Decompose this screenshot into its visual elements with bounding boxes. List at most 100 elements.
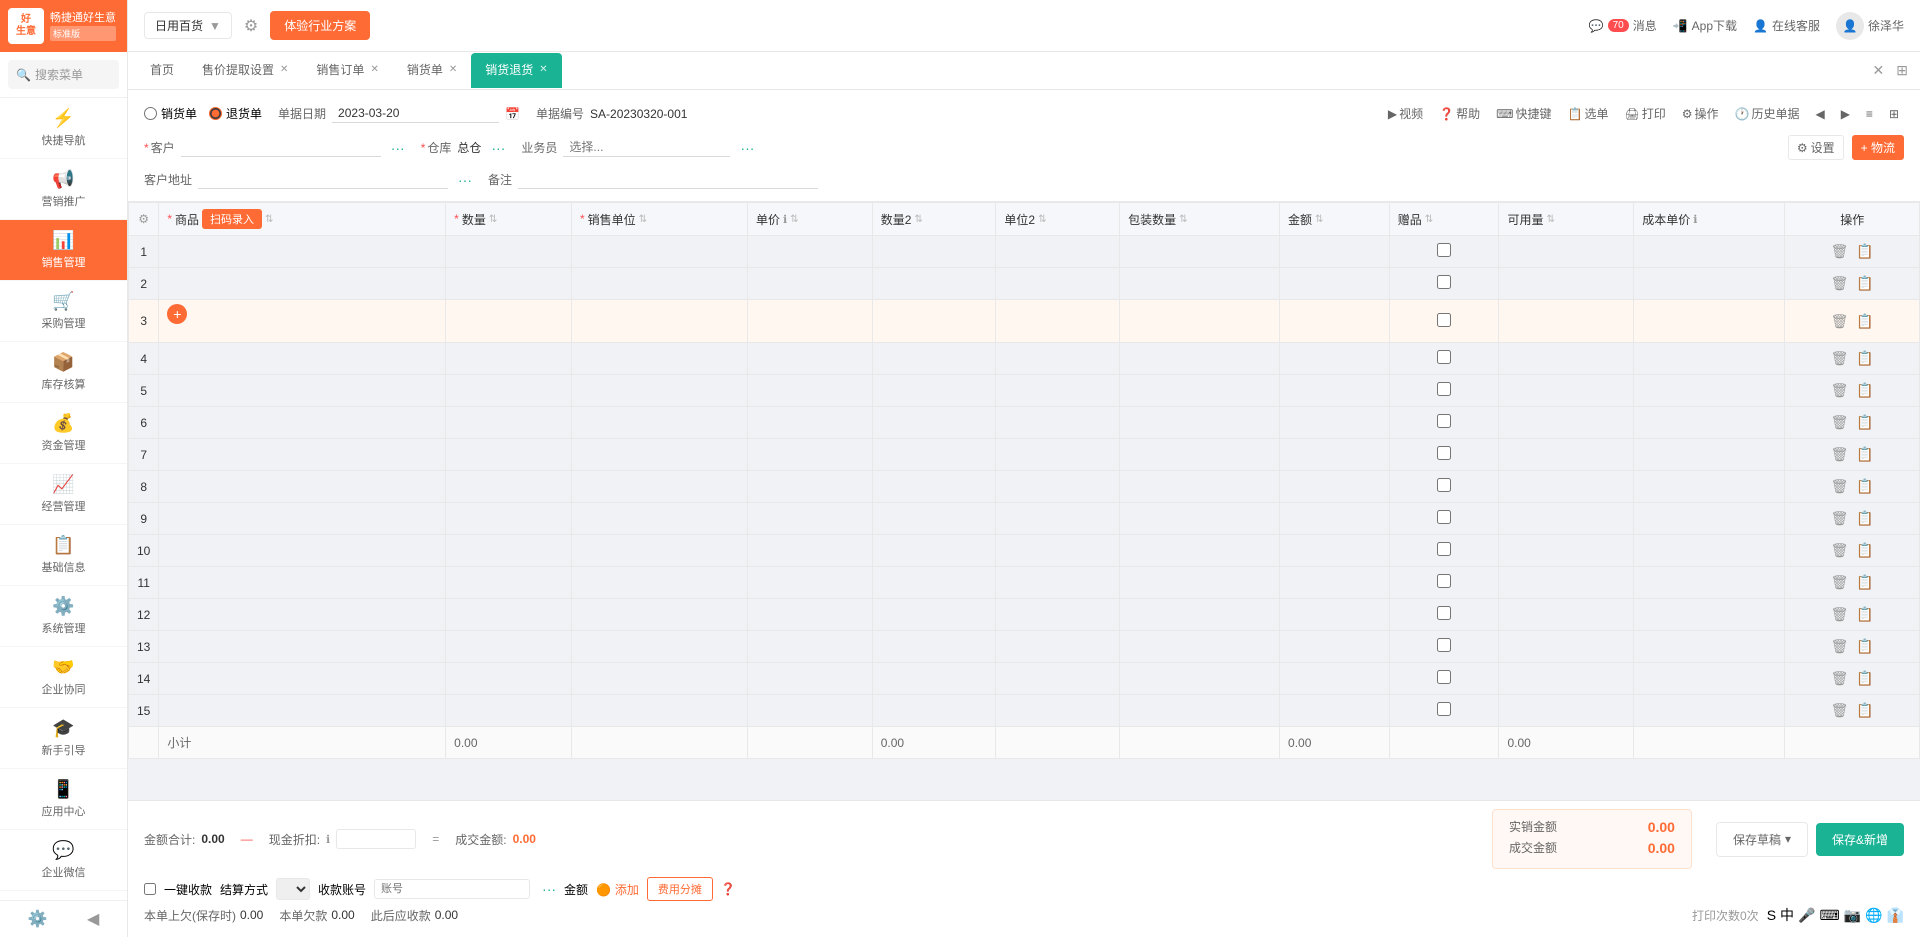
pack-qty-cell-11[interactable] [1120, 567, 1280, 599]
warehouse-select-icon[interactable]: ··· [491, 140, 505, 156]
product-cell-9[interactable] [159, 503, 446, 535]
unit-price-cell-15[interactable] [747, 695, 872, 727]
delete-row-btn-2[interactable]: 🗑 [1829, 273, 1851, 294]
add-row-btn[interactable]: + [167, 304, 187, 324]
copy-row-btn-13[interactable]: 📋 [1854, 636, 1875, 657]
unit2-cell-9[interactable] [996, 503, 1120, 535]
amount-cell-10[interactable] [1280, 535, 1390, 567]
copy-row-btn-9[interactable]: 📋 [1854, 508, 1875, 529]
pack-qty-cell-2[interactable] [1120, 268, 1280, 300]
radio-input-return-bill[interactable] [209, 107, 222, 120]
sidebar-item-marketing[interactable]: 📢 营销推广 [0, 159, 127, 220]
date-input[interactable] [332, 104, 499, 123]
sidebar-item-finance[interactable]: 💰 资金管理 [0, 403, 127, 464]
gift-checkbox-3[interactable] [1437, 313, 1451, 327]
help-btn[interactable]: ❓ 帮助 [1434, 102, 1485, 125]
delete-row-btn-1[interactable]: 🗑 [1829, 241, 1851, 262]
available-cell-1[interactable] [1499, 236, 1634, 268]
add-logistics-btn[interactable]: + 物流 [1852, 135, 1904, 160]
shortcut-btn[interactable]: ⌨ 快捷键 [1491, 102, 1556, 125]
qty-cell-5[interactable] [446, 375, 572, 407]
product-input-12[interactable] [167, 608, 287, 622]
qty2-cell-7[interactable] [872, 439, 996, 471]
qty-cell-12[interactable] [446, 599, 572, 631]
remark-input[interactable] [518, 170, 818, 189]
copy-row-btn-7[interactable]: 📋 [1854, 444, 1875, 465]
copy-row-btn-4[interactable]: 📋 [1854, 348, 1875, 369]
delete-row-btn-13[interactable]: 🗑 [1829, 636, 1851, 657]
cost-price-cell-2[interactable] [1634, 268, 1785, 300]
product-cell-14[interactable] [159, 663, 446, 695]
unit-price-cell-4[interactable] [747, 343, 872, 375]
customer-select-icon[interactable]: ··· [391, 140, 405, 156]
print-btn[interactable]: 🖨 打印 [1619, 102, 1670, 125]
unit-price-cell-8[interactable] [747, 471, 872, 503]
calc-method-select[interactable] [276, 878, 310, 900]
sales-unit-cell-8[interactable] [571, 471, 747, 503]
pack-qty-cell-3[interactable] [1120, 300, 1280, 343]
sort-icon[interactable]: ⇅ [489, 214, 497, 225]
gift-checkbox-4[interactable] [1437, 350, 1451, 364]
amount-cell-11[interactable] [1280, 567, 1390, 599]
scan-input-button[interactable]: 扫码录入 [202, 209, 262, 229]
available-cell-12[interactable] [1499, 599, 1634, 631]
qty2-cell-5[interactable] [872, 375, 996, 407]
close-window-btn[interactable]: ✕ [1869, 60, 1889, 81]
pack-qty-cell-9[interactable] [1120, 503, 1280, 535]
sort-icon[interactable]: ⇅ [1546, 214, 1554, 225]
qty2-cell-10[interactable] [872, 535, 996, 567]
sales-unit-cell-2[interactable] [571, 268, 747, 300]
sort-icon[interactable]: ⇅ [790, 214, 798, 225]
copy-row-btn-8[interactable]: 📋 [1854, 476, 1875, 497]
unit2-cell-1[interactable] [996, 236, 1120, 268]
unit-price-cell-13[interactable] [747, 631, 872, 663]
sidebar-item-apps[interactable]: 📱 应用中心 [0, 769, 127, 830]
tab-close-icon[interactable]: ✕ [539, 64, 547, 75]
user-item[interactable]: 👤 徐泽华 [1836, 12, 1904, 40]
delete-row-btn-6[interactable]: 🗑 [1829, 412, 1851, 433]
available-cell-10[interactable] [1499, 535, 1634, 567]
available-cell-6[interactable] [1499, 407, 1634, 439]
sidebar-item-operations[interactable]: 📈 经营管理 [0, 464, 127, 525]
gift-checkbox-1[interactable] [1437, 243, 1451, 257]
maximize-window-btn[interactable]: ⊞ [1892, 60, 1912, 81]
amount-cell-8[interactable] [1280, 471, 1390, 503]
qty-cell-1[interactable] [446, 236, 572, 268]
customer-addr-input[interactable] [198, 170, 448, 189]
copy-row-btn-3[interactable]: 📋 [1854, 311, 1875, 332]
product-cell-15[interactable] [159, 695, 446, 727]
qty-cell-14[interactable] [446, 663, 572, 695]
sales-unit-cell-10[interactable] [571, 535, 747, 567]
sidebar-item-newbie[interactable]: 🎓 新手引导 [0, 708, 127, 769]
available-cell-4[interactable] [1499, 343, 1634, 375]
info-icon[interactable]: ℹ [1693, 213, 1697, 226]
unit2-cell-14[interactable] [996, 663, 1120, 695]
unit-price-cell-12[interactable] [747, 599, 872, 631]
unit-price-cell-7[interactable] [747, 439, 872, 471]
unit-price-cell-3[interactable] [747, 300, 872, 343]
amount-cell-14[interactable] [1280, 663, 1390, 695]
topbar-settings-button[interactable]: ⚙ [240, 12, 262, 40]
sidebar-item-sales[interactable]: 📊 销售管理 [0, 220, 127, 281]
sort-icon[interactable]: ⇅ [1038, 214, 1046, 225]
pack-qty-cell-5[interactable] [1120, 375, 1280, 407]
product-cell-2[interactable] [159, 268, 446, 300]
gift-checkbox-11[interactable] [1437, 574, 1451, 588]
product-input-14[interactable] [167, 672, 287, 686]
qty2-cell-15[interactable] [872, 695, 996, 727]
video-btn[interactable]: ▶ 视频 [1383, 102, 1428, 125]
unit-price-cell-6[interactable] [747, 407, 872, 439]
tab-sales-bill[interactable]: 销货单 ✕ [393, 53, 471, 88]
qty-cell-3[interactable] [446, 300, 572, 343]
cost-price-cell-4[interactable] [1634, 343, 1785, 375]
qty2-cell-12[interactable] [872, 599, 996, 631]
pack-qty-cell-14[interactable] [1120, 663, 1280, 695]
salesperson-select-icon[interactable]: ··· [740, 140, 754, 156]
sidebar-item-purchase[interactable]: 🛒 采购管理 [0, 281, 127, 342]
discount-info-icon[interactable]: ℹ [326, 833, 330, 846]
product-cell-3[interactable]: + [159, 300, 446, 343]
tab-close-icon[interactable]: ✕ [370, 64, 378, 75]
sidebar-item-enterprise[interactable]: 🤝 企业协同 [0, 647, 127, 708]
sort-icon[interactable]: ⇅ [265, 214, 273, 225]
product-cell-11[interactable] [159, 567, 446, 599]
